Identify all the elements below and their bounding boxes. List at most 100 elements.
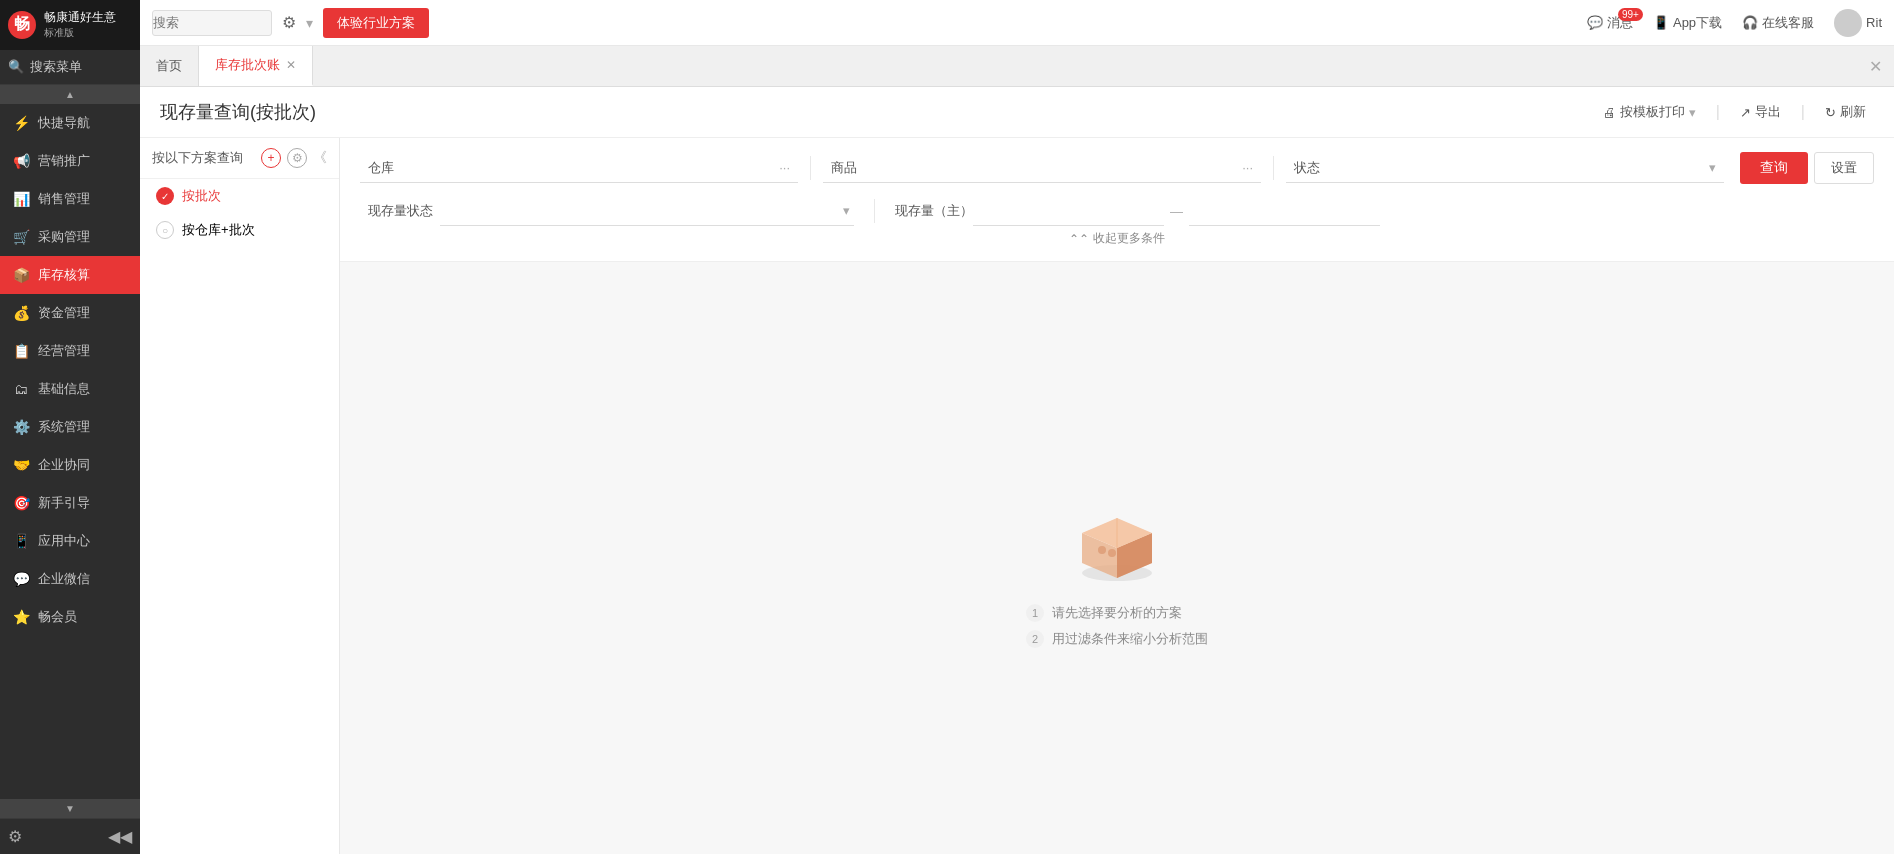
- svg-point-2: [1108, 549, 1116, 557]
- scheme-label: 按批次: [182, 187, 221, 205]
- inventory-qty-max-input[interactable]: [1189, 196, 1380, 226]
- content-area: 按以下方案查询 + ⚙ 《 ✓ 按批次 ○ 按仓库+批次: [140, 138, 1894, 854]
- sidebar-item-quick-nav[interactable]: ⚡ 快捷导航: [0, 104, 140, 142]
- messages-button[interactable]: 💬 消息 99+: [1587, 14, 1633, 32]
- scheme-inactive-icon: ○: [156, 221, 174, 239]
- purchase-icon: 🛒: [12, 228, 30, 246]
- sidebar-item-enterprise[interactable]: 🤝 企业协同: [0, 446, 140, 484]
- collapse-icon[interactable]: ◀◀: [108, 827, 132, 846]
- filter-buttons: 查询 设置: [1740, 152, 1874, 184]
- refresh-label: 刷新: [1840, 103, 1866, 121]
- scheme-item-by-batch[interactable]: ✓ 按批次: [140, 179, 339, 213]
- refresh-icon: ↻: [1825, 105, 1836, 120]
- app-download-label: App下载: [1673, 14, 1722, 32]
- filter-area: 仓库 ··· 商品 ··· 状态: [340, 138, 1894, 262]
- scheme-settings-button[interactable]: ⚙: [287, 148, 307, 168]
- export-icon: ↗: [1740, 105, 1751, 120]
- filter-separator-1: [810, 156, 811, 180]
- inventory-icon: 📦: [12, 266, 30, 284]
- filter-separator-2: [1273, 156, 1274, 180]
- sidebar-item-operations[interactable]: 📋 经营管理: [0, 332, 140, 370]
- sidebar-item-inventory[interactable]: 📦 库存核算: [0, 256, 140, 294]
- export-button[interactable]: ↗ 导出: [1732, 99, 1789, 125]
- product-filter: 商品 ···: [823, 153, 1261, 183]
- topbar-search-input[interactable]: [152, 10, 272, 36]
- inventory-status-label: 现存量状态: [368, 202, 440, 220]
- user-name: Rit: [1866, 15, 1882, 30]
- sidebar-item-finance[interactable]: 💰 资金管理: [0, 294, 140, 332]
- sidebar-item-label: 快捷导航: [38, 114, 90, 132]
- tab-inventory-label: 库存批次账: [215, 56, 280, 74]
- query-button[interactable]: 查询: [1740, 152, 1808, 184]
- collapse-conditions-button[interactable]: ⌃⌃ 收起更多条件: [360, 230, 1874, 247]
- inventory-qty-min-input[interactable]: [973, 196, 1164, 226]
- tab-home[interactable]: 首页: [140, 46, 199, 86]
- sidebar-item-label: 企业协同: [38, 456, 90, 474]
- page-actions: 🖨 按模板打印 ▾ | ↗ 导出 | ↻ 刷新: [1595, 99, 1874, 125]
- app-title: 畅康通好生意: [44, 10, 116, 26]
- sidebar-item-sales[interactable]: 📊 销售管理: [0, 180, 140, 218]
- warehouse-dots[interactable]: ···: [779, 160, 790, 175]
- sidebar-item-marketing[interactable]: 📢 营销推广: [0, 142, 140, 180]
- status-filter: 状态 ▾: [1286, 153, 1724, 183]
- step-1-num: 1: [1026, 604, 1044, 622]
- main-area: ⚙ ▾ 体验行业方案 💬 消息 99+ 📱 App下载 🎧 在线客服 Rit: [140, 0, 1894, 854]
- qty-dash: —: [1164, 204, 1189, 219]
- sidebar-item-purchase[interactable]: 🛒 采购管理: [0, 218, 140, 256]
- sidebar-item-label: 资金管理: [38, 304, 90, 322]
- sidebar-item-label: 销售管理: [38, 190, 90, 208]
- filter-separator-3: [874, 199, 875, 223]
- settings-icon[interactable]: ⚙: [8, 827, 22, 846]
- scheme-item-by-warehouse-batch[interactable]: ○ 按仓库+批次: [140, 213, 339, 247]
- settings-button[interactable]: 设置: [1814, 152, 1874, 184]
- experience-button[interactable]: 体验行业方案: [323, 8, 429, 38]
- topbar-gear-icon[interactable]: ⚙: [282, 13, 296, 32]
- topbar-dropdown-icon[interactable]: ▾: [306, 15, 313, 31]
- collapse-label: 收起更多条件: [1093, 230, 1165, 247]
- app-version: 标准版: [44, 26, 116, 40]
- sidebar-search[interactable]: 🔍 搜索菜单: [0, 50, 140, 85]
- sidebar-item-label: 库存核算: [38, 266, 90, 284]
- inventory-status-select[interactable]: ▾: [440, 196, 854, 226]
- print-button[interactable]: 🖨 按模板打印 ▾: [1595, 99, 1704, 125]
- panel-collapse-icon[interactable]: 《: [313, 149, 327, 167]
- status-dropdown-icon[interactable]: ▾: [1709, 160, 1716, 175]
- sidebar-scroll-down[interactable]: ▼: [0, 799, 140, 818]
- product-dots[interactable]: ···: [1242, 160, 1253, 175]
- tab-close-icon[interactable]: ✕: [286, 58, 296, 72]
- app-center-icon: 📱: [12, 532, 30, 550]
- page-close-btn[interactable]: ✕: [1865, 53, 1886, 80]
- chevron-up-icon: ⌃⌃: [1069, 232, 1089, 246]
- inventory-status-filter: 现存量状态 ▾: [360, 196, 862, 226]
- operations-icon: 📋: [12, 342, 30, 360]
- sidebar-item-system[interactable]: ⚙️ 系统管理: [0, 408, 140, 446]
- scheme-active-icon: ✓: [156, 187, 174, 205]
- warehouse-input[interactable]: [404, 153, 779, 183]
- member-icon: ⭐: [12, 608, 30, 626]
- sidebar-scroll-up[interactable]: ▲: [0, 85, 140, 104]
- sidebar-item-newbie[interactable]: 🎯 新手引导: [0, 484, 140, 522]
- product-input[interactable]: [867, 153, 1242, 183]
- topbar-right: 💬 消息 99+ 📱 App下载 🎧 在线客服 Rit: [1587, 9, 1882, 37]
- quick-nav-icon: ⚡: [12, 114, 30, 132]
- add-scheme-button[interactable]: +: [261, 148, 281, 168]
- warehouse-filter: 仓库 ···: [360, 153, 798, 183]
- tab-inventory-batch[interactable]: 库存批次账 ✕: [199, 46, 313, 86]
- online-service-button[interactable]: 🎧 在线客服: [1742, 14, 1814, 32]
- print-dropdown-icon[interactable]: ▾: [1689, 105, 1696, 120]
- sidebar-item-basic-info[interactable]: 🗂 基础信息: [0, 370, 140, 408]
- sidebar-item-label: 营销推广: [38, 152, 90, 170]
- user-avatar-button[interactable]: Rit: [1834, 9, 1882, 37]
- sidebar-item-label: 企业微信: [38, 570, 90, 588]
- status-select-arrow: ▾: [843, 203, 850, 218]
- refresh-button[interactable]: ↻ 刷新: [1817, 99, 1874, 125]
- empty-instruction-1: 1 请先选择要分析的方案: [1026, 604, 1208, 622]
- app-download-button[interactable]: 📱 App下载: [1653, 14, 1722, 32]
- sidebar-item-member[interactable]: ⭐ 畅会员: [0, 598, 140, 636]
- sidebar-item-app-center[interactable]: 📱 应用中心: [0, 522, 140, 560]
- inventory-qty-filter: 现存量（主） —: [887, 196, 1389, 226]
- step-2-num: 2: [1026, 630, 1044, 648]
- empty-state: 1 请先选择要分析的方案 2 用过滤条件来缩小分析范围: [340, 262, 1894, 854]
- headset-icon: 🎧: [1742, 15, 1758, 30]
- sidebar-item-wechat[interactable]: 💬 企业微信: [0, 560, 140, 598]
